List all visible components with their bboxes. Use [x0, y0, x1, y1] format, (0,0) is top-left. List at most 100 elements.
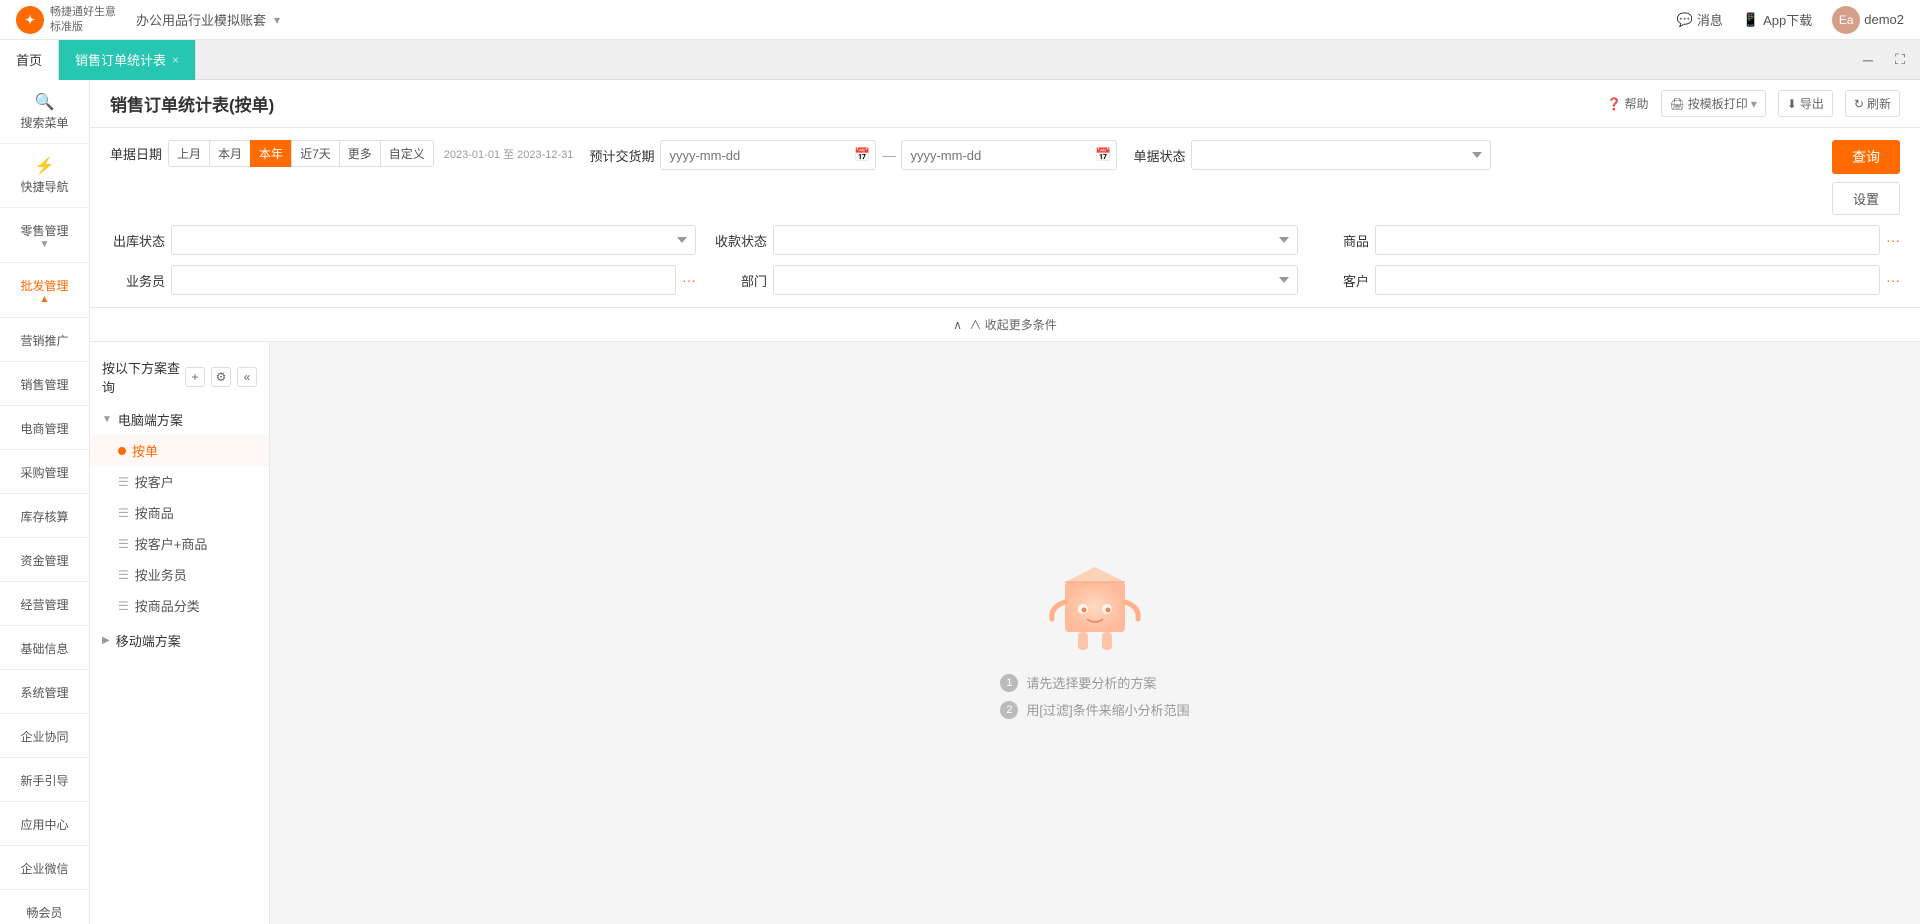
date-range-display: 2023-01-01 至 2023-12-31 [444, 146, 574, 162]
maximize-button[interactable]: ⛶ [1888, 48, 1912, 72]
topbar-dropdown-icon[interactable]: ▾ [274, 13, 280, 27]
message-button[interactable]: 💬 消息 [1677, 10, 1723, 29]
sidebar-item-new-guide[interactable]: 新手引导 [0, 758, 89, 802]
settings-button[interactable]: 设置 [1832, 182, 1900, 215]
user-menu[interactable]: Ea demo2 [1832, 6, 1904, 34]
product-input[interactable] [1375, 225, 1880, 255]
sidebar-item-inventory[interactable]: 库存核算 [0, 494, 89, 538]
customer-input[interactable] [1375, 265, 1880, 295]
scheme-item-by-product-category[interactable]: ☰ 按商品分类 [90, 590, 269, 621]
product-section: 商品 ··· [1314, 225, 1900, 255]
empty-state: 1 请先选择要分析的方案 2 用[过滤]条件来缩小分析范围 [1000, 547, 1189, 719]
expected-date-from-input[interactable] [660, 140, 876, 170]
sidebar-item-member[interactable]: 畅会员 [0, 890, 89, 924]
customer-product-scheme-icon: ☰ [118, 537, 129, 551]
scheme-add-button[interactable]: + [185, 367, 205, 387]
avatar: Ea [1832, 6, 1860, 34]
sidebar-item-app-center[interactable]: 应用中心 [0, 802, 89, 846]
date-filter-section: 单据日期 上月 本月 本年 近7天 更多 自定义 2023-01-01 至 20… [110, 140, 573, 167]
tab-close-icon[interactable]: × [172, 53, 179, 67]
collapse-bar[interactable]: ∧ ∧ 收起更多条件 [90, 308, 1920, 342]
sidebar-item-ops-mgmt[interactable]: 经营管理 [0, 582, 89, 626]
message-icon: 💬 [1677, 12, 1693, 28]
product-ellipsis-icon[interactable]: ··· [1886, 232, 1900, 248]
payment-status-select[interactable] [773, 225, 1298, 255]
filter-row-1: 单据日期 上月 本月 本年 近7天 更多 自定义 2023-01-01 至 20… [110, 140, 1900, 215]
department-section: 部门 [712, 265, 1298, 295]
topbar: ✦ 畅捷通好生意 标准版 办公用品行业模拟账套 ▾ 💬 消息 📱 App下载 E… [0, 0, 1920, 40]
sidebar-item-wholesale-mgmt[interactable]: 批发管理 ▲ [0, 263, 89, 318]
query-button[interactable]: 查询 [1832, 140, 1900, 174]
sidebar-item-purchase-mgmt[interactable]: 采购管理 [0, 450, 89, 494]
sidebar-item-quick-nav[interactable]: ⚡ 快捷导航 [0, 144, 89, 208]
app-download-button[interactable]: 📱 App下载 [1743, 10, 1812, 29]
sidebar-item-sys-mgmt[interactable]: 系统管理 [0, 670, 89, 714]
tip-num-2: 2 [1000, 701, 1018, 719]
sidebar-item-finance-mgmt[interactable]: 资金管理 [0, 538, 89, 582]
export-button[interactable]: ⬇ 导出 [1778, 90, 1833, 117]
page-title: 销售订单统计表(按单) [110, 91, 274, 116]
date-btn-this-year[interactable]: 本年 [250, 140, 292, 167]
expected-date-label: 预计交货期 [589, 146, 654, 165]
sidebar: 🔍 搜索菜单 ⚡ 快捷导航 零售管理 ▼ 批发管理 ▲ 营销推广 销售管理 电商… [0, 80, 90, 924]
refresh-icon: ↻ [1854, 97, 1864, 111]
print-button[interactable]: 🖨 按模板打印 ▾ [1661, 90, 1766, 117]
scheme-item-by-product[interactable]: ☰ 按商品 [90, 497, 269, 528]
scheme-item-by-order[interactable]: 按单 [90, 435, 269, 466]
salesperson-ellipsis-icon[interactable]: ··· [682, 272, 696, 288]
department-label: 部门 [712, 271, 767, 290]
sidebar-item-search-menu[interactable]: 🔍 搜索菜单 [0, 80, 89, 144]
scheme-group-mobile-title[interactable]: ▶ 移动端方案 [90, 625, 269, 656]
scheme-item-by-customer-product[interactable]: ☰ 按客户+商品 [90, 528, 269, 559]
date-btn-custom[interactable]: 自定义 [380, 140, 434, 167]
logo-text: 畅捷通好生意 标准版 [50, 5, 116, 34]
desktop-chevron-icon: ▼ [102, 414, 112, 425]
scheme-panel: 按以下方案查询 + ⚙ « [90, 342, 270, 924]
sidebar-item-sales-mgmt[interactable]: 销售管理 [0, 362, 89, 406]
date-btn-this-month[interactable]: 本月 [209, 140, 251, 167]
logo-area: ✦ 畅捷通好生意 标准版 [16, 5, 116, 34]
date-btn-last-7[interactable]: 近7天 [291, 140, 340, 167]
filter-panel: 单据日期 上月 本月 本年 近7天 更多 自定义 2023-01-01 至 20… [90, 128, 1920, 308]
refresh-button[interactable]: ↻ 刷新 [1845, 90, 1900, 117]
tab-sales-order-stats[interactable]: 销售订单统计表 × [59, 40, 196, 80]
page-header: 销售订单统计表(按单) ❓ 帮助 🖨 按模板打印 ▾ ⬇ 导出 ↻ 刷新 [90, 80, 1920, 128]
calendar-icon-from: 📅 [854, 147, 870, 163]
sidebar-item-retail-mgmt[interactable]: 零售管理 ▼ [0, 208, 89, 263]
payment-label: 收款状态 [712, 231, 767, 250]
date-btn-more[interactable]: 更多 [339, 140, 381, 167]
outbound-status-section: 出库状态 [110, 225, 696, 255]
tab-home[interactable]: 首页 [0, 40, 59, 80]
tabbar: 首页 销售订单统计表 × ─ ⛶ [0, 40, 1920, 80]
active-dot-icon [118, 447, 126, 455]
department-select[interactable] [773, 265, 1298, 295]
salesperson-input[interactable] [171, 265, 676, 295]
scheme-item-by-customer[interactable]: ☰ 按客户 [90, 466, 269, 497]
outbound-status-select[interactable] [171, 225, 696, 255]
scheme-header-actions: + ⚙ « [185, 367, 257, 387]
query-actions: 查询 设置 [1832, 140, 1900, 215]
collapse-icon: ∧ [953, 318, 962, 332]
date-buttons: 上月 本月 本年 近7天 更多 自定义 [168, 140, 434, 167]
doc-status-select[interactable] [1191, 140, 1491, 170]
scheme-group-desktop-title[interactable]: ▼ 电脑端方案 [90, 404, 269, 435]
customer-ellipsis-icon[interactable]: ··· [1886, 272, 1900, 288]
expected-date-section: 预计交货期 📅 — 📅 [589, 140, 1117, 170]
tip-num-1: 1 [1000, 674, 1018, 692]
expected-date-to-input[interactable] [901, 140, 1117, 170]
sidebar-item-basic-info[interactable]: 基础信息 [0, 626, 89, 670]
sidebar-item-marketing[interactable]: 营销推广 [0, 318, 89, 362]
scheme-collapse-button[interactable]: « [237, 367, 257, 387]
sidebar-item-enterprise-collab[interactable]: 企业协同 [0, 714, 89, 758]
minimize-button[interactable]: ─ [1856, 48, 1880, 72]
main-layout: 🔍 搜索菜单 ⚡ 快捷导航 零售管理 ▼ 批发管理 ▲ 营销推广 销售管理 电商… [0, 80, 1920, 924]
date-btn-prev-month[interactable]: 上月 [168, 140, 210, 167]
customer-label: 客户 [1314, 271, 1369, 290]
scheme-item-by-salesperson[interactable]: ☰ 按业务员 [90, 559, 269, 590]
sidebar-item-enterprise-wechat[interactable]: 企业微信 [0, 846, 89, 890]
sidebar-item-ecommerce-mgmt[interactable]: 电商管理 [0, 406, 89, 450]
expected-date-from-wrapper: 📅 [660, 140, 876, 170]
help-button[interactable]: ❓ 帮助 [1607, 95, 1649, 112]
scheme-settings-button[interactable]: ⚙ [211, 367, 231, 387]
product-cat-scheme-icon: ☰ [118, 599, 129, 613]
